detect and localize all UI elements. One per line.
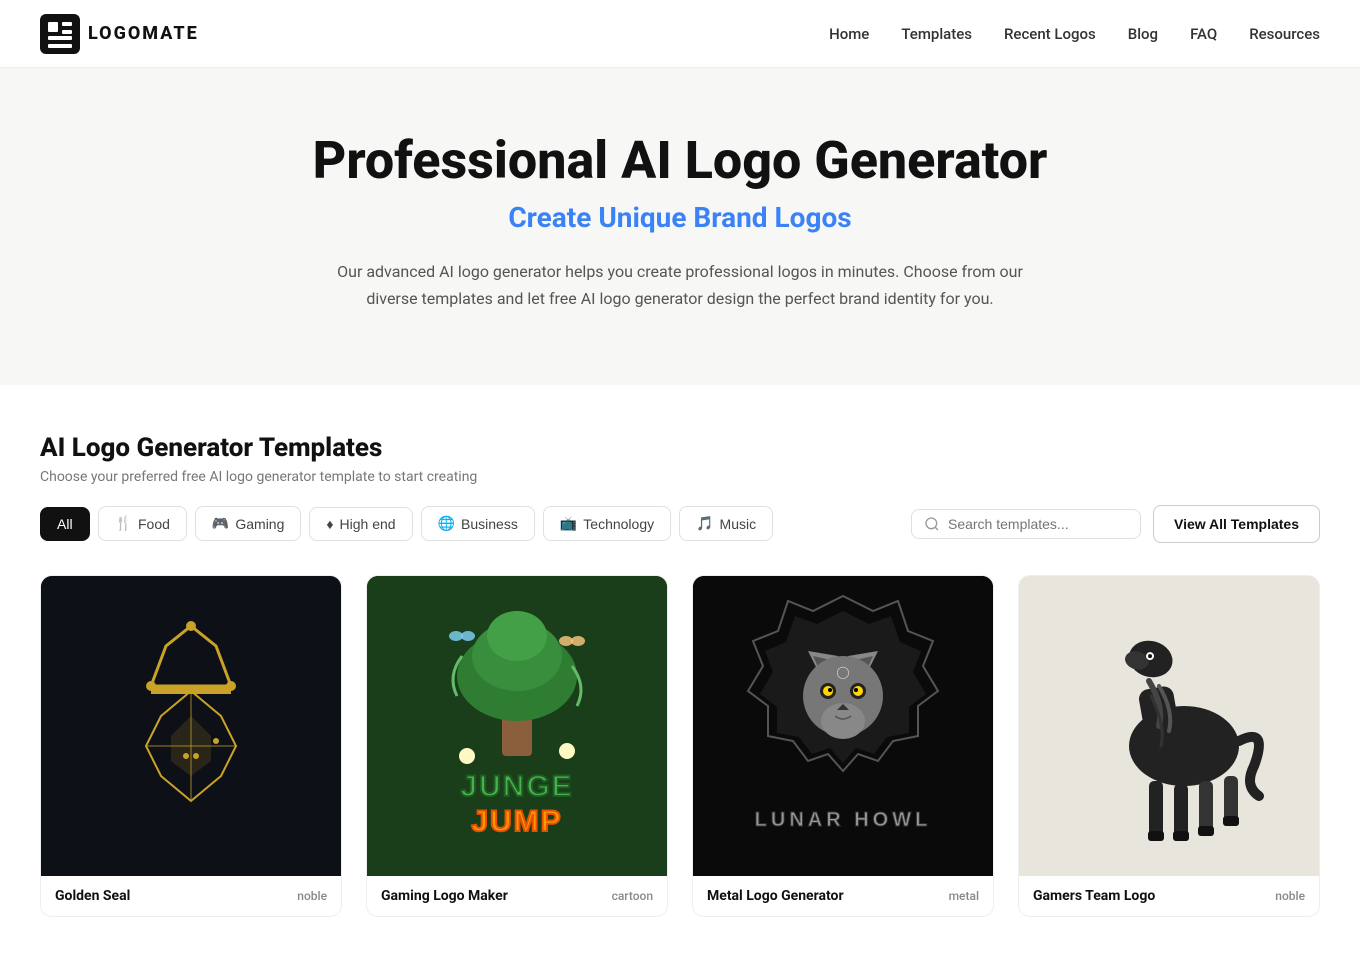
highend-icon: ♦ (326, 516, 333, 532)
card-footer-gaming-logo: Gaming Logo Maker cartoon (367, 876, 667, 916)
filter-music[interactable]: 🎵 Music (679, 506, 773, 541)
card-image-metal-logo: ◯ LUNAR HOWL (693, 576, 993, 876)
nav-blog[interactable]: Blog (1128, 25, 1158, 43)
svg-text:JUNGE: JUNGE (460, 770, 573, 803)
nav-links: Home Templates Recent Logos Blog FAQ Res… (829, 24, 1320, 43)
card-image-gamers-team (1019, 576, 1319, 876)
search-wrap (911, 509, 1141, 539)
nav-resources[interactable]: Resources (1249, 25, 1320, 43)
templates-section: AI Logo Generator Templates Choose your … (0, 385, 1360, 977)
nav-home[interactable]: Home (829, 25, 869, 43)
card-tag-metal-logo: metal (949, 889, 979, 903)
food-icon: 🍴 (115, 515, 132, 532)
templates-subheading: Choose your preferred free AI logo gener… (40, 469, 1320, 485)
nav-recent-logos[interactable]: Recent Logos (1004, 25, 1096, 43)
card-metal-logo[interactable]: ◯ LUNAR HOWL Metal Logo Generator metal (692, 575, 994, 917)
card-title-gaming-logo: Gaming Logo Maker (381, 888, 508, 904)
filter-food[interactable]: 🍴 Food (98, 506, 187, 541)
card-title-metal-logo: Metal Logo Generator (707, 888, 844, 904)
svg-text:◯: ◯ (836, 665, 849, 679)
filter-technology[interactable]: 📺 Technology (543, 506, 671, 541)
card-footer-metal-logo: Metal Logo Generator metal (693, 876, 993, 916)
filter-all[interactable]: All (40, 507, 90, 541)
nav-templates[interactable]: Templates (901, 25, 972, 43)
svg-text:JUMP: JUMP (471, 805, 562, 838)
svg-text:LUNAR HOWL: LUNAR HOWL (755, 809, 932, 831)
logomate-icon (40, 14, 80, 54)
card-title-gamers-team: Gamers Team Logo (1033, 888, 1155, 904)
nav-faq[interactable]: FAQ (1190, 25, 1217, 43)
hero-title: Professional AI Logo Generator (40, 132, 1320, 189)
templates-header: AI Logo Generator Templates Choose your … (40, 433, 1320, 485)
navbar: LOGOMATE Home Templates Recent Logos Blo… (0, 0, 1360, 68)
view-all-button[interactable]: View All Templates (1153, 505, 1320, 543)
card-tag-gaming-logo: cartoon (612, 889, 653, 903)
card-tag-golden-seal: noble (297, 889, 327, 903)
filter-bar: All 🍴 Food 🎮 Gaming ♦ High end 🌐 Busines… (40, 505, 1320, 543)
filter-high-end[interactable]: ♦ High end (309, 507, 412, 541)
hero-description: Our advanced AI logo generator helps you… (330, 258, 1030, 312)
search-input[interactable] (948, 516, 1128, 532)
card-grid: Golden Seal noble (40, 575, 1320, 917)
card-golden-seal[interactable]: Golden Seal noble (40, 575, 342, 917)
card-title-golden-seal: Golden Seal (55, 888, 130, 904)
music-icon: 🎵 (696, 515, 713, 532)
filter-right: View All Templates (911, 505, 1320, 543)
card-gamers-team[interactable]: Gamers Team Logo noble (1018, 575, 1320, 917)
card-footer-golden-seal: Golden Seal noble (41, 876, 341, 916)
card-image-gaming-logo: JUNGE JUMP (367, 576, 667, 876)
card-image-golden-seal (41, 576, 341, 876)
business-icon: 🌐 (438, 515, 455, 532)
gaming-icon: 🎮 (212, 515, 229, 532)
filter-buttons: All 🍴 Food 🎮 Gaming ♦ High end 🌐 Busines… (40, 506, 773, 541)
templates-heading: AI Logo Generator Templates (40, 433, 1320, 463)
logo-text: LOGOMATE (88, 23, 199, 44)
hero-section: Professional AI Logo Generator Create Un… (0, 68, 1360, 385)
hero-subtitle: Create Unique Brand Logos (40, 201, 1320, 234)
filter-gaming[interactable]: 🎮 Gaming (195, 506, 301, 541)
card-footer-gamers-team: Gamers Team Logo noble (1019, 876, 1319, 916)
filter-business[interactable]: 🌐 Business (421, 506, 535, 541)
card-gaming-logo[interactable]: JUNGE JUMP Gaming Logo Maker cartoon (366, 575, 668, 917)
search-icon (924, 516, 940, 532)
technology-icon: 📺 (560, 515, 577, 532)
card-tag-gamers-team: noble (1275, 889, 1305, 903)
logo[interactable]: LOGOMATE (40, 14, 199, 54)
